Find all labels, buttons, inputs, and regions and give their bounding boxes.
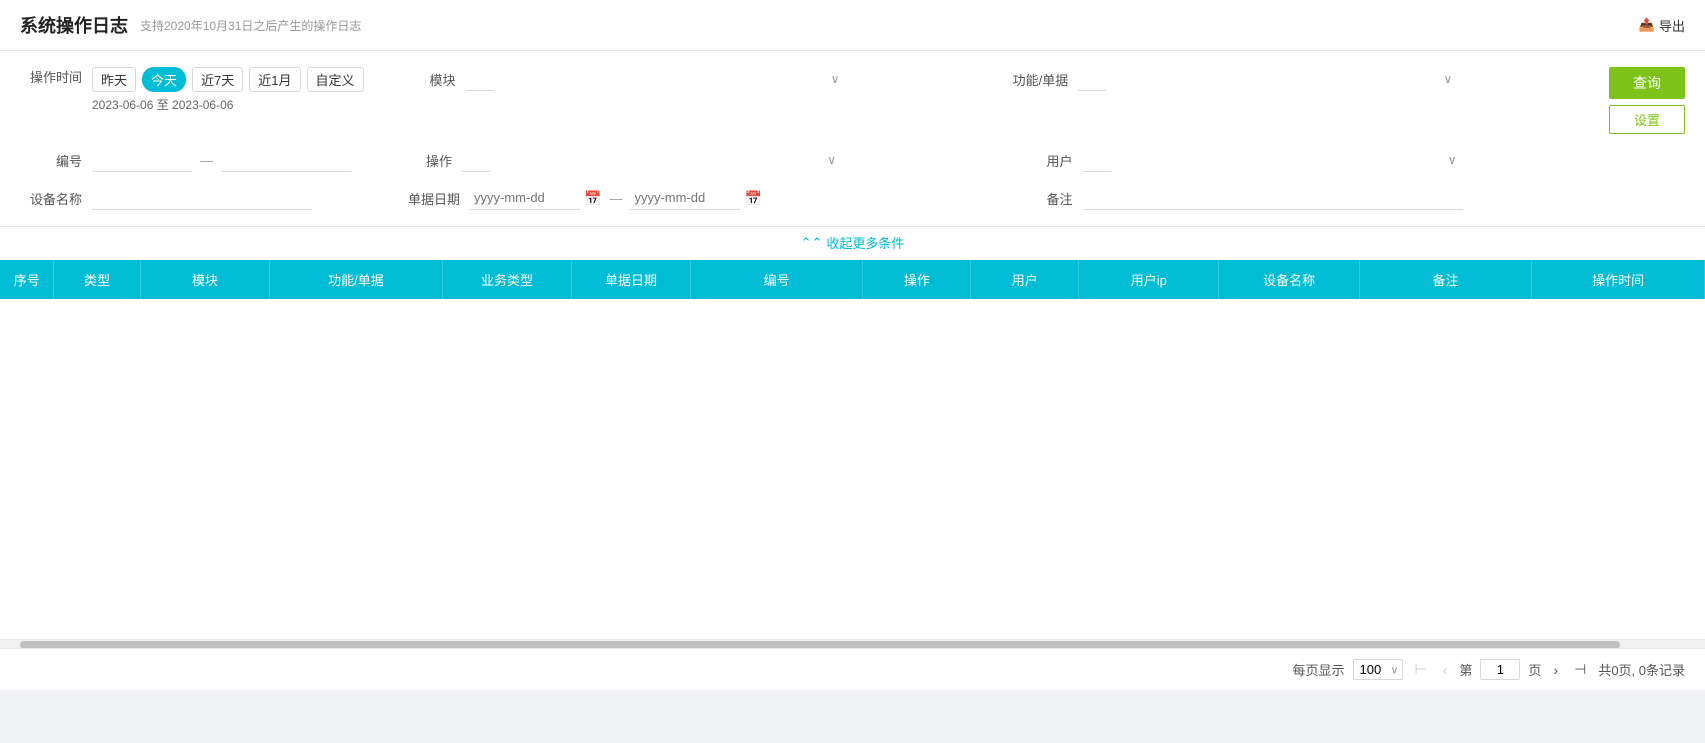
col-header-用户: 用户 (971, 260, 1079, 299)
remark-input[interactable] (1083, 186, 1463, 210)
user-select[interactable] (1083, 148, 1111, 172)
remark-label: 备注 (1011, 189, 1083, 208)
empty-area (0, 299, 1705, 639)
voucher-date-start[interactable] (470, 186, 580, 210)
scrollbar-thumb[interactable] (20, 641, 1620, 649)
scrollbar-area[interactable] (0, 639, 1705, 649)
page-unit: 页 (1528, 660, 1541, 679)
table-container[interactable]: 序号类型模块功能/单据业务类型单据日期编号操作用户用户ip设备名称备注操作时间 (0, 260, 1705, 299)
module-select[interactable] (466, 67, 494, 91)
col-header-序号: 序号 (0, 260, 54, 299)
collapse-chevron-icon: ⌃⌃ (801, 235, 823, 251)
time-label: 操作时间 (20, 67, 92, 86)
number-label: 编号 (20, 151, 92, 170)
col-header-操作时间: 操作时间 (1532, 260, 1705, 299)
number-separator: — (192, 153, 221, 168)
number-input-start[interactable] (92, 148, 192, 172)
col-header-功能/单据: 功能/单据 (270, 260, 443, 299)
col-header-设备名称: 设备名称 (1219, 260, 1359, 299)
col-header-用户ip: 用户ip (1079, 260, 1219, 299)
device-input[interactable] (92, 186, 312, 210)
query-button[interactable]: 查询 (1609, 67, 1685, 99)
page-size-select[interactable]: 100 10 20 50 200 (1353, 659, 1403, 680)
date-separator: — (601, 191, 630, 206)
page-input[interactable] (1480, 659, 1520, 680)
first-page-button[interactable]: ⊢ (1411, 659, 1431, 680)
pagination-bar: 每页显示 100 10 20 50 200 ⊢ ‹ 第 页 › ⊣ 共0页, 0… (0, 649, 1705, 690)
time-btn-today[interactable]: 今天 (142, 67, 186, 92)
main-content: 序号类型模块功能/单据业务类型单据日期编号操作用户用户ip设备名称备注操作时间 (0, 260, 1705, 639)
collapse-label: 收起更多条件 (826, 233, 904, 252)
title-area: 系统操作日志 支持2020年10月31日之后产生的操作日志 (20, 12, 361, 38)
feature-label: 功能/单据 (1006, 70, 1078, 89)
export-button[interactable]: 📤 导出 (1639, 16, 1685, 35)
page-header: 系统操作日志 支持2020年10月31日之后产生的操作日志 📤 导出 (0, 0, 1705, 51)
collapse-button[interactable]: ⌃⌃ 收起更多条件 (801, 233, 905, 252)
page-size-wrapper: 100 10 20 50 200 (1353, 659, 1403, 680)
col-header-备注: 备注 (1359, 260, 1532, 299)
page-subtitle: 支持2020年10月31日之后产生的操作日志 (140, 17, 361, 34)
export-icon: 📤 (1639, 17, 1655, 33)
operation-label: 操作 (390, 151, 462, 170)
export-label: 导出 (1659, 16, 1685, 35)
action-buttons: 查询 设置 (1609, 67, 1685, 134)
voucher-date-end-wrapper: 📅 (630, 186, 761, 210)
time-range-text: 2023-06-06 至 2023-06-06 (92, 96, 364, 113)
last-page-button[interactable]: ⊣ (1570, 659, 1590, 680)
time-btn-yesterday[interactable]: 昨天 (92, 67, 136, 92)
calendar-icon-end[interactable]: 📅 (744, 190, 761, 207)
col-header-单据日期: 单据日期 (572, 260, 691, 299)
operation-select[interactable] (462, 148, 490, 172)
pagination-summary: 共0页, 0条记录 (1598, 660, 1685, 679)
user-label: 用户 (1011, 151, 1083, 170)
col-header-业务类型: 业务类型 (442, 260, 571, 299)
table-header: 序号类型模块功能/单据业务类型单据日期编号操作用户用户ip设备名称备注操作时间 (0, 260, 1705, 299)
filter-area: 操作时间 昨天 今天 近7天 近1月 自定义 2023-06-06 至 2023… (0, 51, 1705, 227)
calendar-icon-start[interactable]: 📅 (584, 190, 601, 207)
page-title: 系统操作日志 (20, 12, 128, 38)
col-header-编号: 编号 (690, 260, 863, 299)
voucher-date-start-wrapper: 📅 (470, 186, 601, 210)
col-header-操作: 操作 (863, 260, 971, 299)
prev-page-button[interactable]: ‹ (1439, 660, 1452, 680)
time-btn-1month[interactable]: 近1月 (249, 67, 300, 92)
device-label: 设备名称 (20, 189, 92, 208)
col-header-模块: 模块 (140, 260, 269, 299)
time-btn-custom[interactable]: 自定义 (307, 67, 364, 92)
data-table: 序号类型模块功能/单据业务类型单据日期编号操作用户用户ip设备名称备注操作时间 (0, 260, 1705, 299)
next-page-button[interactable]: › (1549, 660, 1562, 680)
collapse-bar: ⌃⌃ 收起更多条件 (0, 227, 1705, 260)
col-header-类型: 类型 (54, 260, 140, 299)
number-input-end[interactable] (221, 148, 351, 172)
page-label: 第 (1459, 660, 1472, 679)
settings-button[interactable]: 设置 (1609, 105, 1685, 134)
module-label: 模块 (394, 70, 466, 89)
time-filter-group: 昨天 今天 近7天 近1月 自定义 2023-06-06 至 2023-06-0… (92, 67, 364, 113)
feature-select[interactable] (1078, 67, 1106, 91)
voucher-date-end[interactable] (630, 186, 740, 210)
time-btn-7days[interactable]: 近7天 (192, 67, 243, 92)
per-page-label: 每页显示 (1293, 660, 1345, 679)
voucher-date-label: 单据日期 (390, 189, 470, 208)
